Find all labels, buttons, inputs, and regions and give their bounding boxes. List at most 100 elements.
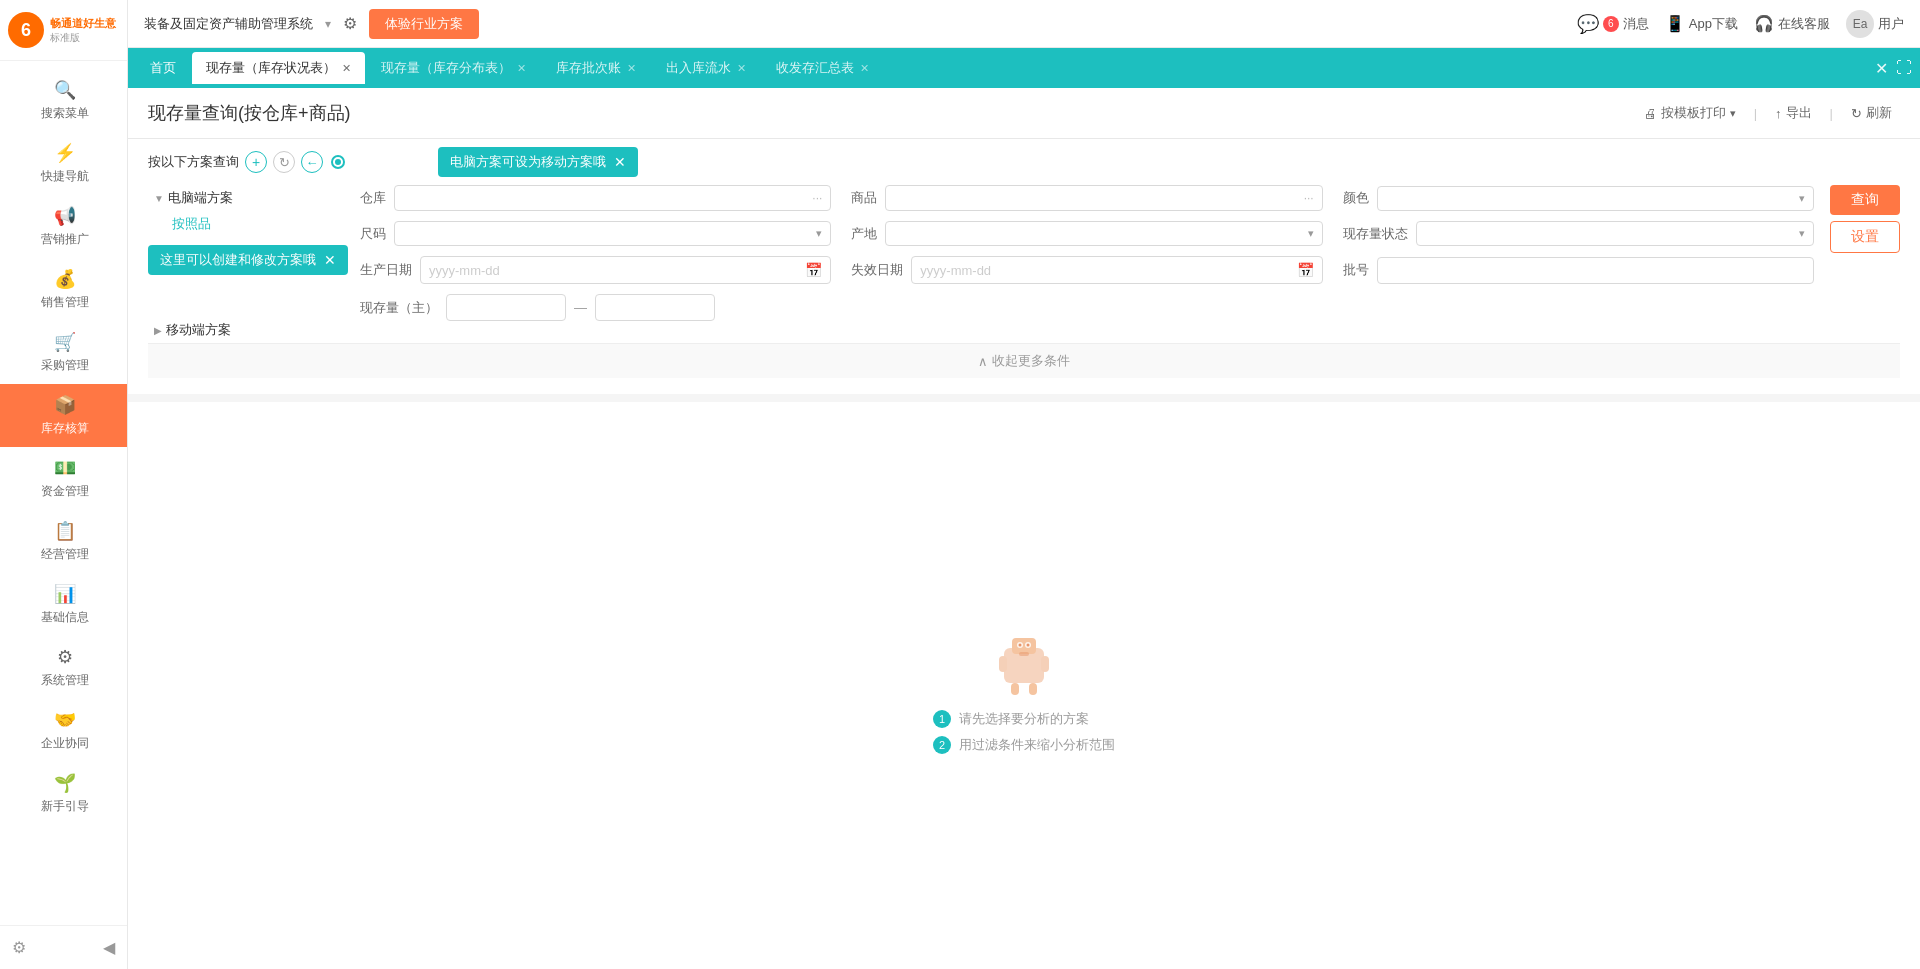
filter-arrow-button[interactable]: ←: [301, 151, 323, 173]
filter-top-row: 按以下方案查询 + ↻ ← 电脑方案可设为移动方案哦 ✕: [148, 151, 1900, 173]
calendar-icon-expiry: 📅: [1297, 262, 1314, 278]
sidebar-item-finance[interactable]: 💵 资金管理: [0, 447, 127, 510]
batch-label: 批号: [1343, 261, 1369, 279]
stock-main-min-input[interactable]: [446, 294, 566, 321]
scheme-mobile-group: ▶ 移动端方案: [148, 317, 348, 343]
goods-select[interactable]: ···: [885, 185, 1322, 211]
sidebar-item-system[interactable]: ⚙ 系统管理: [0, 636, 127, 699]
print-button[interactable]: 🖨 按模板打印 ▾: [1636, 100, 1744, 126]
expiry-date-input[interactable]: yyyy-mm-dd 📅: [911, 256, 1322, 284]
goods-field: 商品 ···: [851, 185, 1322, 211]
color-select[interactable]: ▾: [1377, 186, 1814, 211]
svg-rect-7: [999, 656, 1007, 672]
stock-main-max-input[interactable]: [595, 294, 715, 321]
query-button[interactable]: 查询: [1830, 185, 1900, 215]
origin-arrow: ▾: [1308, 227, 1314, 240]
sidebar-item-inventory[interactable]: 📦 库存核算: [0, 384, 127, 447]
tab-batch[interactable]: 库存批次账 ✕: [542, 52, 650, 84]
svg-rect-9: [1011, 683, 1019, 695]
action-divider1: |: [1754, 106, 1757, 121]
tab-home[interactable]: 首页: [136, 52, 190, 84]
operation-icon: 📋: [54, 520, 76, 542]
more-dots-warehouse: ···: [812, 191, 822, 205]
logo-area: 6 畅通道好生意 标准版: [0, 0, 127, 61]
tip-num1: 1: [933, 710, 951, 728]
warehouse-select[interactable]: ···: [394, 185, 831, 211]
stock-main-field: 现存量（主） —: [360, 294, 1814, 321]
size-select[interactable]: ▾: [394, 221, 831, 246]
sidebar-item-basic[interactable]: 📊 基础信息: [0, 573, 127, 636]
tab-inventory-status[interactable]: 现存量（库存状况表） ✕: [192, 52, 365, 84]
empty-tip2: 2 用过滤条件来缩小分析范围: [933, 736, 1115, 754]
size-label: 尺码: [360, 225, 386, 243]
refresh-icon: ↻: [1851, 106, 1862, 121]
sidebar-item-purchase[interactable]: 🛒 采购管理: [0, 321, 127, 384]
tab-close-all-icon[interactable]: ✕: [1875, 59, 1888, 78]
tab-close-inventory-status[interactable]: ✕: [342, 62, 351, 75]
sidebar-item-newbie[interactable]: 🌱 新手引导: [0, 762, 127, 825]
stock-status-select[interactable]: ▾: [1416, 221, 1814, 246]
warehouse-label: 仓库: [360, 189, 386, 207]
filter-body: ▼ 电脑端方案 按照品 这里可以创建和修改方案哦 ✕: [148, 185, 1900, 343]
collapse-sidebar-icon[interactable]: ◀: [103, 938, 115, 957]
sidebar-item-sales[interactable]: 💰 销售管理: [0, 258, 127, 321]
scheme-mobile-item[interactable]: ▶ 移动端方案: [148, 317, 348, 343]
expiry-date-field: 失效日期 yyyy-mm-dd 📅: [851, 256, 1322, 284]
tab-close-inout[interactable]: ✕: [737, 62, 746, 75]
filter-row1: 仓库 ··· 商品 ···: [360, 185, 1814, 211]
tab-close-summary[interactable]: ✕: [860, 62, 869, 75]
tab-expand-icon[interactable]: ⛶: [1896, 59, 1912, 77]
header-left: 装备及固定资产辅助管理系统 ▾ ⚙ 体验行业方案: [144, 9, 479, 39]
tab-close-inventory-dist[interactable]: ✕: [517, 62, 526, 75]
production-date-input[interactable]: yyyy-mm-dd 📅: [420, 256, 831, 284]
stock-main-label: 现存量（主）: [360, 299, 438, 317]
search-icon: 🔍: [54, 79, 76, 101]
action-divider2: |: [1830, 106, 1833, 121]
app-download-group[interactable]: 📱 App下载: [1665, 14, 1738, 33]
system-title: 装备及固定资产辅助管理系统: [144, 15, 313, 33]
sidebar-item-operation[interactable]: 📋 经营管理: [0, 510, 127, 573]
tab-close-batch[interactable]: ✕: [627, 62, 636, 75]
scheme-sub-item[interactable]: 按照品: [148, 211, 348, 237]
tooltip2-close-icon[interactable]: ✕: [324, 252, 336, 268]
svg-point-4: [1019, 643, 1022, 646]
tab-bar-actions: ✕ ⛶: [1875, 59, 1912, 78]
sidebar: 6 畅通道好生意 标准版 🔍 搜索菜单 ⚡ 快捷导航 📢 营销推广 💰 销售管理…: [0, 0, 128, 969]
tab-inout[interactable]: 出入库流水 ✕: [652, 52, 760, 84]
newbie-icon: 🌱: [54, 772, 76, 794]
reset-button[interactable]: 设置: [1830, 221, 1900, 253]
origin-select[interactable]: ▾: [885, 221, 1322, 246]
filter-add-button[interactable]: +: [245, 151, 267, 173]
notification-group[interactable]: 💬 6 消息: [1577, 13, 1649, 35]
settings-bottom-icon[interactable]: ⚙: [12, 938, 26, 957]
sidebar-item-guide[interactable]: ⚡ 快捷导航: [0, 132, 127, 195]
trial-button[interactable]: 体验行业方案: [369, 9, 479, 39]
tab-inventory-dist[interactable]: 现存量（库存分布表） ✕: [367, 52, 540, 84]
more-dots-goods: ···: [1304, 191, 1314, 205]
connector-dot: [333, 157, 343, 167]
avatar: Ea: [1846, 10, 1874, 38]
filter-refresh-button[interactable]: ↻: [273, 151, 295, 173]
tab-bar: 首页 现存量（库存状况表） ✕ 现存量（库存分布表） ✕ 库存批次账 ✕ 出入库…: [128, 48, 1920, 88]
gear-icon[interactable]: ⚙: [343, 14, 357, 33]
user-group[interactable]: Ea 用户: [1846, 10, 1904, 38]
production-date-label: 生产日期: [360, 261, 412, 279]
batch-input[interactable]: [1377, 257, 1814, 284]
sidebar-item-search[interactable]: 🔍 搜索菜单: [0, 69, 127, 132]
header-icons: 💬 6 消息 📱 App下载 🎧 在线客服 Ea 用户: [1577, 10, 1904, 38]
sidebar-item-enterprise[interactable]: 🤝 企业协同: [0, 699, 127, 762]
finance-icon: 💵: [54, 457, 76, 479]
expand-icon: ▼: [154, 193, 164, 204]
dropdown-arrow[interactable]: ▾: [325, 17, 331, 31]
sidebar-item-marketing[interactable]: 📢 营销推广: [0, 195, 127, 258]
filter-row2: 尺码 ▾ 产地 ▾: [360, 221, 1814, 246]
refresh-button[interactable]: ↻ 刷新: [1843, 100, 1900, 126]
online-service-group[interactable]: 🎧 在线客服: [1754, 14, 1830, 33]
color-label: 颜色: [1343, 189, 1369, 207]
stock-status-field: 现存量状态 ▾: [1343, 221, 1814, 246]
tooltip-close-icon[interactable]: ✕: [614, 154, 626, 170]
collapse-bar[interactable]: ∧ 收起更多条件: [148, 343, 1900, 378]
export-button[interactable]: ↑ 导出: [1767, 100, 1820, 126]
tab-summary[interactable]: 收发存汇总表 ✕: [762, 52, 883, 84]
scheme-desktop-item[interactable]: ▼ 电脑端方案: [148, 185, 348, 211]
